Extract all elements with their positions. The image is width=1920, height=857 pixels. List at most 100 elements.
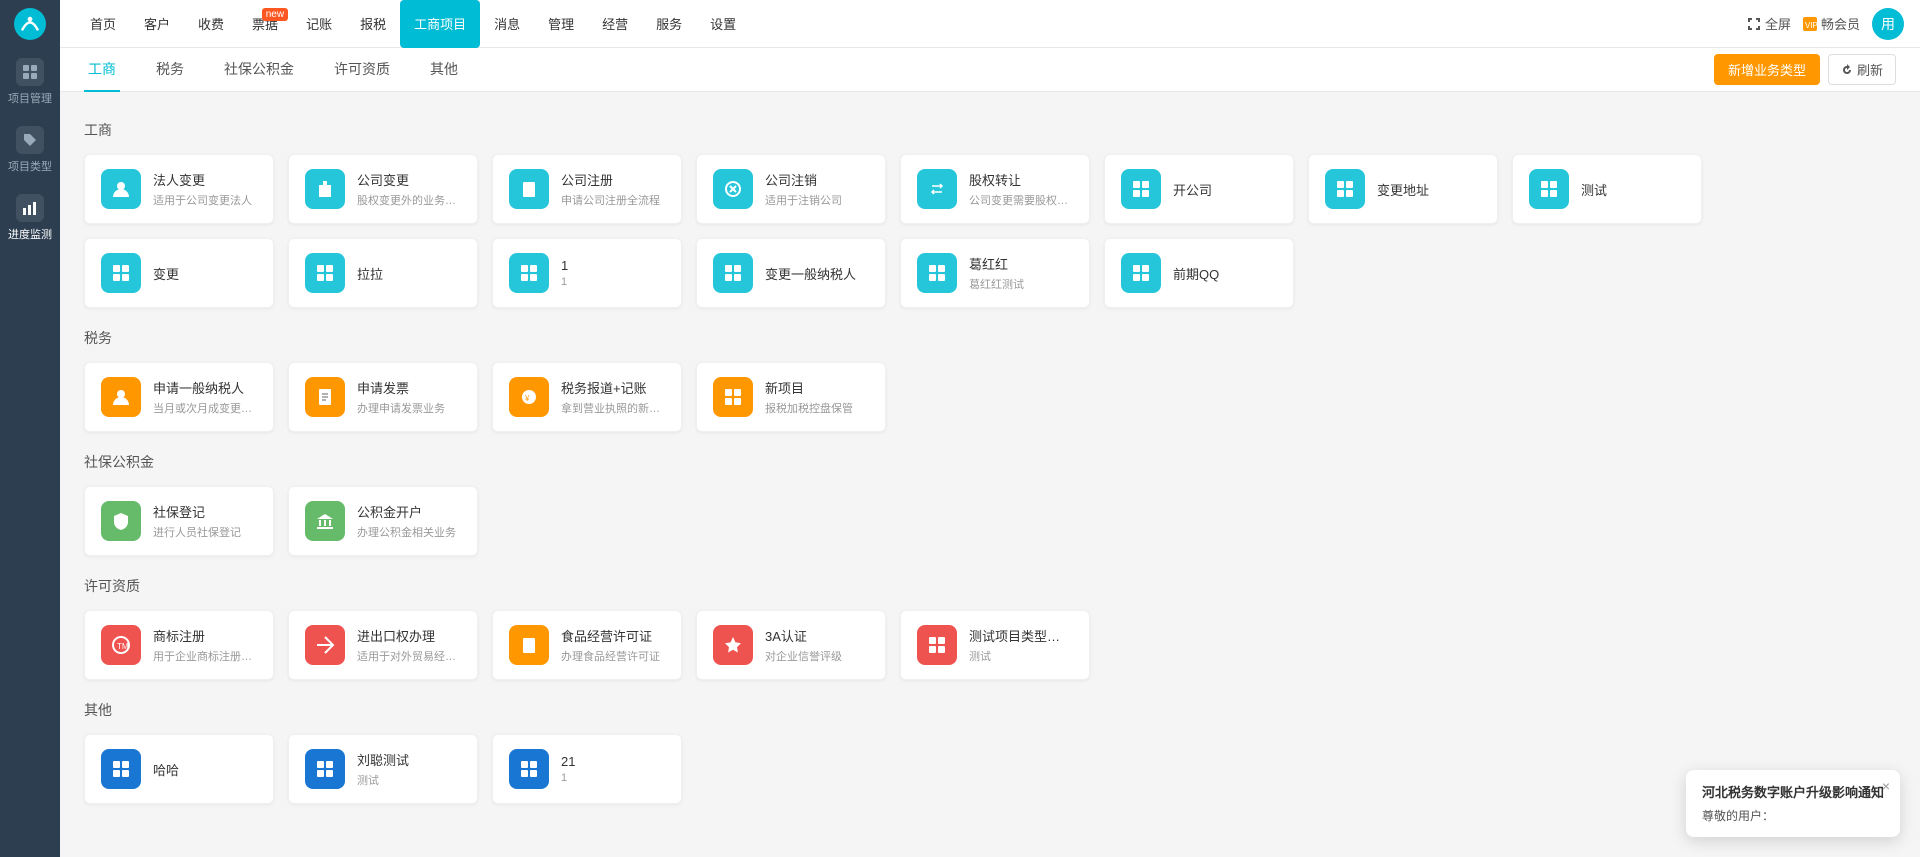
card-0-9[interactable]: 拉拉: [288, 238, 478, 308]
card-info: 变更: [153, 264, 257, 283]
card-title: 社保登记: [153, 502, 257, 521]
card-0-2[interactable]: 公司注册申请公司注册全流程: [492, 154, 682, 224]
card-0-1[interactable]: 公司变更股权变更外的业务变更: [288, 154, 478, 224]
card-desc: 1: [561, 276, 665, 288]
trademark-icon: TM: [101, 625, 141, 665]
notification-bubble: × 河北税务数字账户升级影响通知 尊敬的用户：: [1686, 770, 1900, 837]
card-title: 哈哈: [153, 760, 257, 779]
new-type-button[interactable]: 新增业务类型: [1714, 54, 1820, 85]
subtab-license[interactable]: 许可资质: [330, 48, 394, 92]
sidebar-item-progress[interactable]: 进度监测: [0, 184, 60, 252]
nav-ticket[interactable]: 票据 new: [238, 0, 292, 48]
card-title: 测试项目类型目定义: [969, 626, 1073, 645]
card-3-2[interactable]: 食品经营许可证办理食品经营许可证: [492, 610, 682, 680]
nav-industrial[interactable]: 工商项目: [400, 0, 480, 48]
card-info: 进出口权办理适用于对外贸易经营者: [357, 626, 461, 664]
nav-message[interactable]: 消息: [480, 0, 534, 48]
grid-icon: [1529, 169, 1569, 209]
card-title: 变更: [153, 264, 257, 283]
register-icon: [509, 169, 549, 209]
subtab-tax[interactable]: 税务: [152, 48, 188, 92]
card-title: 申请发票: [357, 378, 461, 397]
nav-customer[interactable]: 客户: [130, 0, 184, 48]
subtabs-actions: 新增业务类型 刷新: [1714, 54, 1896, 85]
card-title: 公司变更: [357, 170, 461, 189]
card-0-10[interactable]: 11: [492, 238, 682, 308]
card-desc: 办理公积金相关业务: [357, 524, 461, 540]
card-0-0[interactable]: 法人变更适用于公司变更法人: [84, 154, 274, 224]
card-0-12[interactable]: 葛红红葛红红测试: [900, 238, 1090, 308]
nav-accounting[interactable]: 记账: [292, 0, 346, 48]
grid-icon: [713, 253, 753, 293]
sidebar-item-project-type[interactable]: 项目类型: [0, 116, 60, 184]
grid-icon: [1121, 253, 1161, 293]
card-0-13[interactable]: 前期QQ: [1104, 238, 1294, 308]
nav-tax[interactable]: 报税: [346, 0, 400, 48]
card-0-3[interactable]: 公司注销适用于注销公司: [696, 154, 886, 224]
fullscreen-btn[interactable]: 全屏: [1747, 14, 1791, 33]
card-desc: 当月或次月成变更完成: [153, 400, 257, 416]
card-0-6[interactable]: 变更地址: [1308, 154, 1498, 224]
card-2-1[interactable]: 公积金开户办理公积金相关业务: [288, 486, 478, 556]
card-desc: 适用于注销公司: [765, 192, 869, 208]
nav-settings[interactable]: 设置: [696, 0, 750, 48]
card-2-0[interactable]: 社保登记进行人员社保登记: [84, 486, 274, 556]
refresh-button[interactable]: 刷新: [1828, 54, 1896, 85]
card-title: 股权转让: [969, 170, 1073, 189]
card-4-1[interactable]: 刘聪测试测试: [288, 734, 478, 804]
card-1-1[interactable]: 申请发票办理申请发票业务: [288, 362, 478, 432]
card-1-0[interactable]: 申请一般纳税人当月或次月成变更完成: [84, 362, 274, 432]
subtab-other[interactable]: 其他: [426, 48, 462, 92]
shield-icon: [101, 501, 141, 541]
card-title: 公积金开户: [357, 502, 461, 521]
card-title: 商标注册: [153, 626, 257, 645]
cards-grid-0: 法人变更适用于公司变更法人公司变更股权变更外的业务变更 公司注册申请公司注册全流程…: [84, 154, 1896, 308]
card-1-3[interactable]: 新项目报税加税控盘保管: [696, 362, 886, 432]
top-nav: 首页 客户 收费 票据 new 记账 报税 工商项目 消息 管理 经营 服务 设…: [60, 0, 1920, 48]
card-0-8[interactable]: 变更: [84, 238, 274, 308]
card-title: 刘聪测试: [357, 750, 461, 769]
grid-icon: [16, 58, 44, 86]
card-title: 变更一般纳税人: [765, 264, 869, 283]
card-info: 刘聪测试测试: [357, 750, 461, 788]
nav-billing[interactable]: 收费: [184, 0, 238, 48]
vip-btn[interactable]: VIP 畅会员: [1803, 14, 1860, 33]
card-3-1[interactable]: 进出口权办理适用于对外贸易经营者: [288, 610, 478, 680]
sidebar: 项目管理 项目类型 进度监测: [0, 0, 60, 857]
nav-home[interactable]: 首页: [76, 0, 130, 48]
card-0-4[interactable]: 股权转让公司变更需要股权转让: [900, 154, 1090, 224]
card-4-0[interactable]: 哈哈: [84, 734, 274, 804]
card-info: 公司注册申请公司注册全流程: [561, 170, 665, 208]
card-desc: 适用于对外贸易经营者: [357, 648, 461, 664]
sidebar-item-project-manage[interactable]: 项目管理: [0, 48, 60, 116]
section-title-0: 工商: [84, 120, 1896, 140]
card-desc: 进行人员社保登记: [153, 524, 257, 540]
card-4-2[interactable]: 211: [492, 734, 682, 804]
subtab-industrial[interactable]: 工商: [84, 48, 120, 92]
card-info: 11: [561, 258, 665, 288]
section-title-3: 许可资质: [84, 576, 1896, 596]
nav-service[interactable]: 服务: [642, 0, 696, 48]
user-avatar[interactable]: 用: [1872, 8, 1904, 40]
card-0-5[interactable]: 开公司: [1104, 154, 1294, 224]
card-3-3[interactable]: 3A认证对企业信誉评级: [696, 610, 886, 680]
card-0-7[interactable]: 测试: [1512, 154, 1702, 224]
section-title-1: 税务: [84, 328, 1896, 348]
card-title: 1: [561, 258, 665, 273]
nav-badge-new: new: [262, 8, 288, 21]
card-info: 社保登记进行人员社保登记: [153, 502, 257, 540]
nav-operation[interactable]: 经营: [588, 0, 642, 48]
nav-manage[interactable]: 管理: [534, 0, 588, 48]
card-0-11[interactable]: 变更一般纳税人: [696, 238, 886, 308]
notification-close-btn[interactable]: ×: [1882, 778, 1890, 794]
section-title-4: 其他: [84, 700, 1896, 720]
grid-icon: [917, 253, 957, 293]
card-1-2[interactable]: ¥税务报道+记账拿到营业执照的新公司: [492, 362, 682, 432]
grid-icon: [101, 749, 141, 789]
card-3-0[interactable]: TM商标注册用于企业商标注册服务: [84, 610, 274, 680]
card-title: 开公司: [1173, 180, 1277, 199]
subtab-social[interactable]: 社保公积金: [220, 48, 298, 92]
card-title: 葛红红: [969, 254, 1073, 273]
grid-icon: [101, 253, 141, 293]
card-3-4[interactable]: 测试项目类型目定义测试: [900, 610, 1090, 680]
